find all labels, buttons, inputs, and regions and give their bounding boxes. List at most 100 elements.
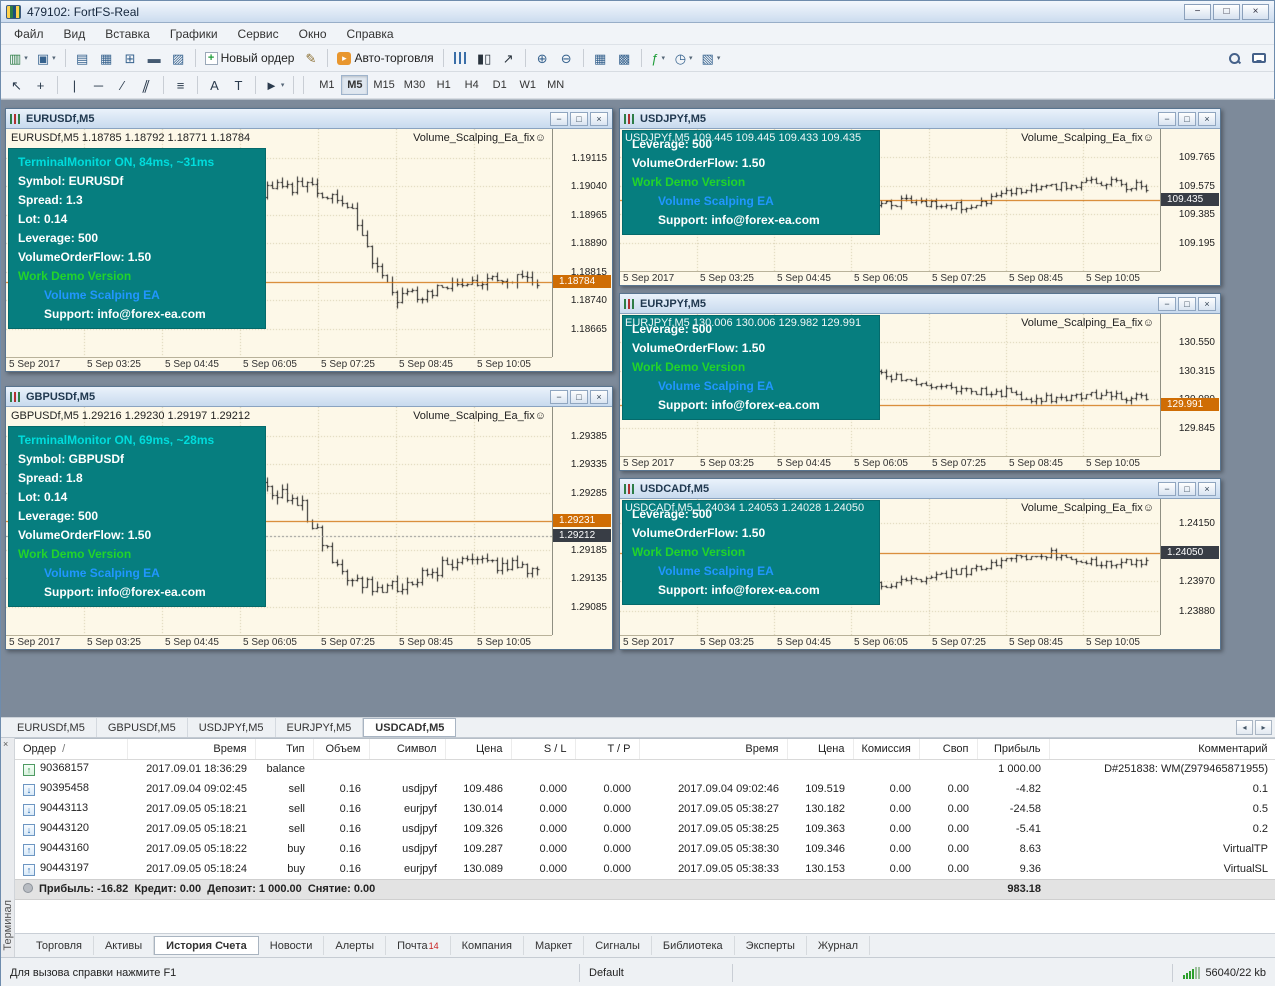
- chart-restore-button[interactable]: □: [1178, 296, 1196, 311]
- timeframe-m5-button[interactable]: M5: [341, 75, 369, 95]
- terminal-tab-assets[interactable]: Активы: [94, 936, 155, 955]
- metaeditor-button[interactable]: ✎: [299, 47, 322, 69]
- menu-view[interactable]: Вид: [54, 24, 96, 44]
- chart-tab-usdjpyf-m5[interactable]: USDJPYf,M5: [188, 718, 276, 737]
- chart-tab-gbpusdf-m5[interactable]: GBPUSDf,M5: [97, 718, 188, 737]
- terminal-tab-market[interactable]: Маркет: [524, 936, 585, 955]
- column-header-tp[interactable]: T / P: [575, 739, 640, 760]
- market-watch-button[interactable]: ▤: [71, 47, 94, 69]
- templates-button[interactable]: ▧ ▾: [698, 47, 725, 69]
- search-button[interactable]: [1223, 47, 1246, 69]
- chart-close-button[interactable]: ×: [1198, 111, 1216, 126]
- window-minimize-button[interactable]: −: [1184, 3, 1211, 20]
- column-header-order[interactable]: Ордер /: [15, 739, 128, 760]
- tile-windows-button[interactable]: ▦: [589, 47, 612, 69]
- arrows-tool-button[interactable]: ► ▾: [261, 74, 288, 96]
- text-label-tool-button[interactable]: T: [227, 74, 250, 96]
- chart-close-button[interactable]: ×: [1198, 296, 1216, 311]
- crosshair-tool-button[interactable]: +: [29, 74, 52, 96]
- cascade-windows-button[interactable]: ▩: [613, 47, 636, 69]
- column-header-profit[interactable]: Прибыль: [977, 739, 1050, 760]
- zoom-out-button[interactable]: ⊖: [555, 47, 578, 69]
- column-header-type[interactable]: Тип: [255, 739, 314, 760]
- window-titlebar[interactable]: 479102: FortFS-Real − □ ×: [1, 1, 1274, 23]
- column-header-symbol[interactable]: Символ: [369, 739, 446, 760]
- chart-window-titlebar[interactable]: EURJPYf,M5 − □ ×: [620, 294, 1220, 314]
- timeframe-w1-button[interactable]: W1: [514, 75, 541, 95]
- column-header-open-time[interactable]: Время: [127, 739, 256, 760]
- column-header-open-price[interactable]: Цена: [445, 739, 512, 760]
- history-row[interactable]: ↑ 90443160 2017.09.05 05:18:22 buy 0.16 usdjp…: [15, 839, 1275, 859]
- new-order-button[interactable]: + Новый ордер: [201, 47, 299, 69]
- chart-close-button[interactable]: ×: [590, 111, 608, 126]
- timeframe-mn-button[interactable]: MN: [542, 75, 569, 95]
- menu-help[interactable]: Справка: [337, 24, 404, 44]
- column-header-close-time[interactable]: Время: [639, 739, 788, 760]
- zoom-in-button[interactable]: ⊕: [531, 47, 554, 69]
- menu-window[interactable]: Окно: [289, 24, 337, 44]
- cursor-tool-button[interactable]: ↖: [5, 74, 28, 96]
- indicators-button[interactable]: ƒ ▾: [647, 47, 670, 69]
- terminal-tab-mailbox[interactable]: Почта 14: [386, 936, 451, 955]
- timeframe-h4-button[interactable]: H4: [458, 75, 485, 95]
- history-row[interactable]: ↓ 90443120 2017.09.05 05:18:21 sell 0.16 usdj…: [15, 819, 1275, 839]
- chart-candles-button[interactable]: ▮▯: [473, 47, 496, 69]
- chart-tab-eurjpyf-m5[interactable]: EURJPYf,M5: [276, 718, 364, 737]
- data-window-button[interactable]: ▦: [95, 47, 118, 69]
- chart-window-usdcad[interactable]: USDCADf,M5 − □ × USDCADf,M5 1.24034 1.24053 …: [619, 478, 1221, 650]
- chart-close-button[interactable]: ×: [590, 389, 608, 404]
- terminal-button[interactable]: ▬: [143, 47, 166, 69]
- strategy-tester-button[interactable]: ▨: [167, 47, 190, 69]
- window-close-button[interactable]: ×: [1242, 3, 1269, 20]
- terminal-tab-library[interactable]: Библиотека: [652, 936, 735, 955]
- timeframe-m1-button[interactable]: M1: [313, 75, 340, 95]
- chart-minimize-button[interactable]: −: [550, 389, 568, 404]
- chart-window-titlebar[interactable]: EURUSDf,M5 − □ ×: [6, 109, 612, 129]
- menu-file[interactable]: Файл: [4, 24, 54, 44]
- periods-button[interactable]: ◷ ▾: [671, 47, 697, 69]
- fibonacci-tool-button[interactable]: ≡: [169, 74, 192, 96]
- chart-tab-eurusdf-m5[interactable]: EURUSDf,M5: [6, 718, 97, 737]
- terminal-tab-account-history[interactable]: История Счета: [154, 936, 259, 955]
- chart-window-titlebar[interactable]: USDJPYf,M5 − □ ×: [620, 109, 1220, 129]
- history-row[interactable]: ↑ 90368157 2017.09.01 18:36:29 balance 1 000…: [15, 759, 1275, 779]
- chart-line-button[interactable]: ↗: [497, 47, 520, 69]
- menu-charts[interactable]: Графики: [160, 24, 228, 44]
- autotrading-button[interactable]: ▸ Авто-торговля: [333, 47, 437, 69]
- terminal-tab-signals[interactable]: Сигналы: [584, 936, 652, 955]
- column-header-volume[interactable]: Объем: [313, 739, 370, 760]
- timeframe-h1-button[interactable]: H1: [430, 75, 457, 95]
- menu-service[interactable]: Сервис: [228, 24, 289, 44]
- terminal-tab-alerts[interactable]: Алерты: [324, 936, 387, 955]
- chart-close-button[interactable]: ×: [1198, 481, 1216, 496]
- history-row[interactable]: ↑ 90443197 2017.09.05 05:18:24 buy 0.16 eurjp…: [15, 859, 1275, 879]
- history-row[interactable]: ↓ 90443113 2017.09.05 05:18:21 sell 0.16 eurj…: [15, 799, 1275, 819]
- chart-minimize-button[interactable]: −: [1158, 111, 1176, 126]
- chart-restore-button[interactable]: □: [1178, 111, 1196, 126]
- channel-tool-button[interactable]: ∥: [135, 74, 158, 96]
- horizontal-line-tool-button[interactable]: ─: [87, 74, 110, 96]
- status-profile[interactable]: Default: [580, 967, 732, 979]
- terminal-tab-news[interactable]: Новости: [259, 936, 325, 955]
- chart-tab-usdcadf-m5[interactable]: USDCADf,M5: [363, 718, 457, 737]
- chart-minimize-button[interactable]: −: [1158, 296, 1176, 311]
- terminal-tab-experts[interactable]: Эксперты: [735, 936, 807, 955]
- terminal-tab-journal[interactable]: Журнал: [807, 936, 871, 955]
- chart-restore-button[interactable]: □: [570, 389, 588, 404]
- trendline-tool-button[interactable]: ∕: [111, 74, 134, 96]
- chart-window-gbpusd[interactable]: GBPUSDf,M5 − □ × GBPUSDf,M5 1.29216 1.29230 …: [5, 386, 613, 650]
- text-tool-button[interactable]: A: [203, 74, 226, 96]
- timeframe-m30-button[interactable]: M30: [400, 75, 429, 95]
- terminal-close-icon[interactable]: ×: [3, 740, 8, 749]
- chart-window-usdjpy[interactable]: USDJPYf,M5 − □ × USDJPYf,M5 109.445 109.445 …: [619, 108, 1221, 286]
- column-header-commission[interactable]: Комиссия: [853, 739, 920, 760]
- scroll-left-icon[interactable]: ◂: [1236, 720, 1253, 735]
- column-header-close-price[interactable]: Цена: [787, 739, 854, 760]
- menu-insert[interactable]: Вставка: [95, 24, 160, 44]
- chart-minimize-button[interactable]: −: [550, 111, 568, 126]
- chat-button[interactable]: [1247, 47, 1270, 69]
- window-maximize-button[interactable]: □: [1213, 3, 1240, 20]
- chart-window-titlebar[interactable]: USDCADf,M5 − □ ×: [620, 479, 1220, 499]
- vertical-line-tool-button[interactable]: |: [63, 74, 86, 96]
- chart-restore-button[interactable]: □: [570, 111, 588, 126]
